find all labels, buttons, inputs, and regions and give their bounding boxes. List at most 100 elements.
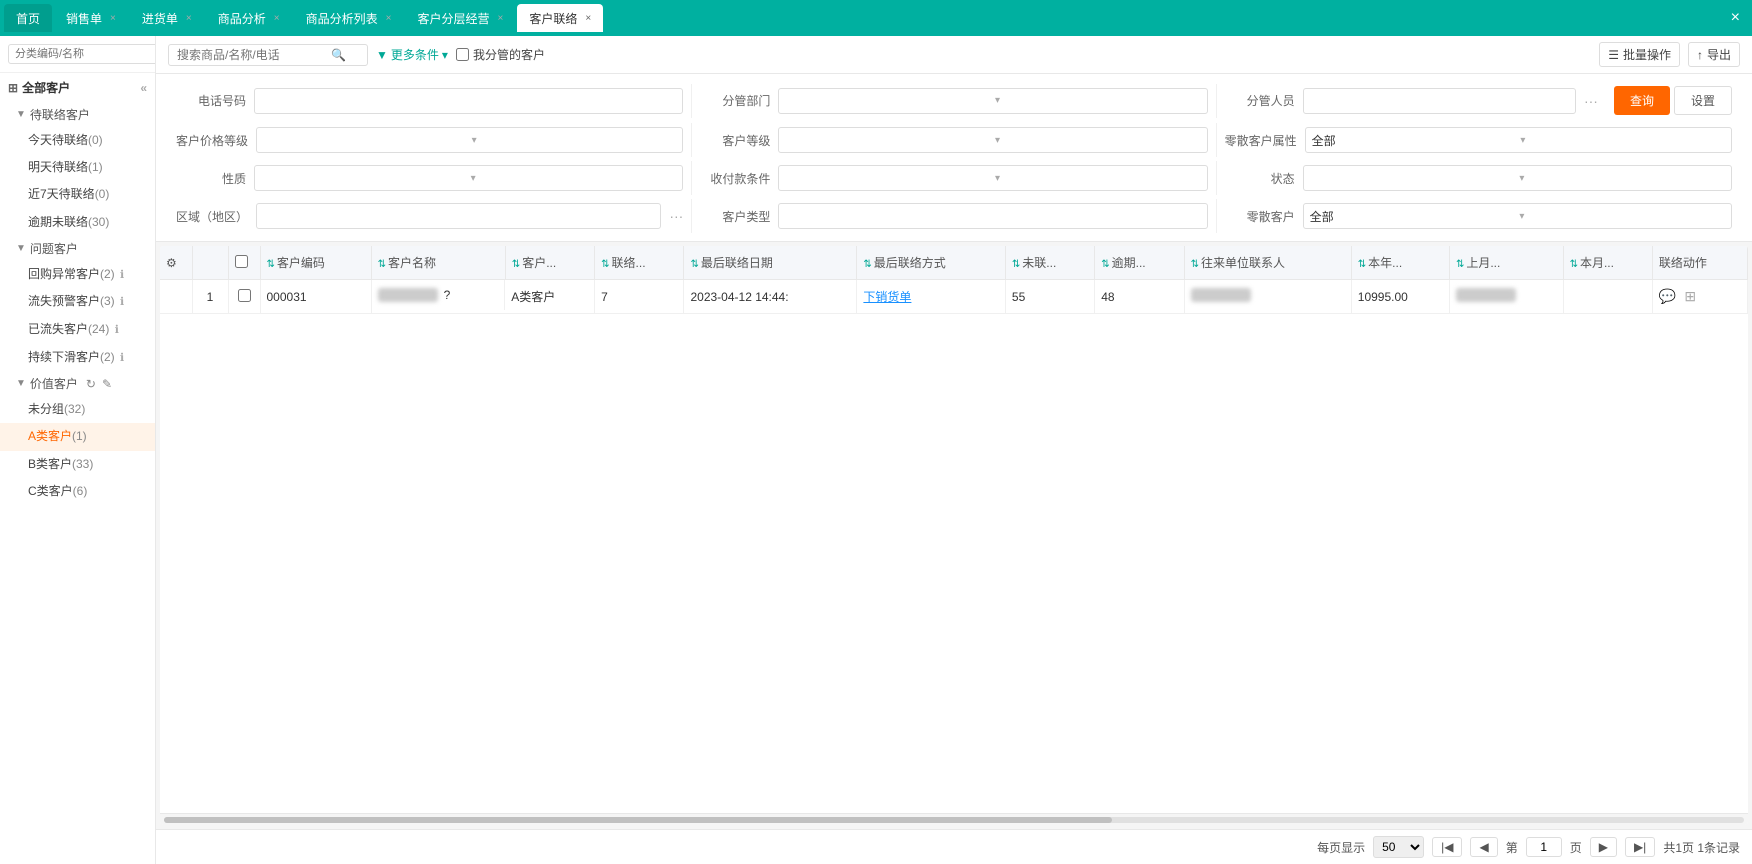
purchase-label: 进货单 (142, 10, 178, 27)
sidebar-item-overdue-pending[interactable]: 逾期未联络(30) (0, 209, 155, 236)
sidebar-item-class-b[interactable]: B类客户(33) (0, 451, 155, 478)
payment-select[interactable]: ▾ (778, 165, 1207, 191)
col-last-month-header[interactable]: ⇅上月... (1449, 246, 1563, 280)
sidebar-item-tomorrow-pending[interactable]: 明天待联络(1) (0, 154, 155, 181)
row-checkbox[interactable] (238, 289, 251, 302)
nav-tab-purchase[interactable]: 进货单 × (130, 4, 204, 32)
last-contact-method-link[interactable]: 下销货单 (863, 290, 911, 304)
status-select[interactable]: ▾ (1303, 165, 1732, 191)
col-grade-header[interactable]: ⇅客户... (505, 246, 594, 280)
col-overdue-header[interactable]: ⇅逾期... (1095, 246, 1184, 280)
check-header[interactable] (228, 246, 260, 280)
col-last-contact-date-header[interactable]: ⇅最后联络日期 (684, 246, 857, 280)
scroll-thumb[interactable] (164, 817, 1112, 823)
retail-attr-select[interactable]: 全部 ▾ (1305, 127, 1732, 153)
price-grade-select[interactable]: ▾ (256, 127, 683, 153)
col-name-header[interactable]: ⇅客户名称 (371, 246, 505, 280)
customer-avatar (378, 288, 438, 302)
info-icon-1: ℹ (120, 269, 124, 281)
sidebar-item-unclassified[interactable]: 未分组(32) (0, 396, 155, 423)
nav-tab-customer-contact[interactable]: 客户联络 × (517, 4, 603, 32)
nature-select[interactable]: ▾ (254, 165, 683, 191)
sidebar-collapse-btn[interactable]: « (140, 81, 147, 95)
main-search-input[interactable] (177, 48, 327, 62)
nav-tab-product-analysis[interactable]: 商品分析 × (206, 4, 292, 32)
dept-select[interactable]: ▾ (778, 88, 1207, 114)
chat-icon[interactable]: 💬 (1659, 288, 1676, 305)
per-page-select[interactable]: 50 100 200 (1373, 836, 1424, 858)
col-no-contact-header[interactable]: ⇅未联... (1005, 246, 1094, 280)
horizontal-scroll-bar[interactable] (160, 813, 1748, 825)
value-group-label: 价值客户 (30, 375, 78, 392)
info-icon-4: ℹ (120, 352, 124, 364)
nav-tab-sales[interactable]: 销售单 × (54, 4, 128, 32)
close-customer-segment-icon[interactable]: × (497, 13, 503, 24)
tomorrow-pending-count: (1) (88, 160, 103, 174)
retail-select[interactable]: 全部 ▾ (1303, 203, 1732, 229)
export-btn[interactable]: ↑ 导出 (1688, 42, 1740, 67)
person-input[interactable] (1303, 88, 1576, 114)
row-name[interactable]: ? (372, 280, 506, 310)
close-app-button[interactable]: × (1723, 9, 1748, 27)
sort-icon-tm: ⇅ (1570, 259, 1578, 270)
prev-page-btn[interactable]: ◀ (1470, 837, 1497, 857)
sidebar-group-problem[interactable]: ▼ 问题客户 (0, 236, 155, 261)
edit-icon[interactable]: ✎ (102, 377, 112, 391)
nature-chevron-icon: ▾ (471, 173, 677, 184)
customer-type-input[interactable] (778, 203, 1207, 229)
refresh-icon[interactable]: ↻ (86, 377, 96, 391)
page-number-input[interactable] (1526, 837, 1562, 857)
main-search-icon[interactable]: 🔍 (331, 48, 346, 62)
region-dots-icon[interactable]: ··· (669, 208, 683, 224)
col-unit-contact-header[interactable]: ⇅往来单位联系人 (1184, 246, 1351, 280)
my-customers-checkbox[interactable] (456, 48, 469, 61)
next-page-btn[interactable]: ▶ (1590, 837, 1617, 857)
row-check[interactable] (228, 280, 260, 314)
sidebar-item-class-c[interactable]: C类客户(6) (0, 478, 155, 505)
my-customers-checkbox-wrap[interactable]: 我分管的客户 (456, 46, 545, 63)
col-last-contact-method-header[interactable]: ⇅最后联络方式 (857, 246, 1006, 280)
last-page-btn[interactable]: ▶| (1625, 837, 1655, 857)
sidebar-item-declining[interactable]: 持续下滑客户(2) ℹ (0, 344, 155, 372)
customer-grade-select[interactable]: ▾ (778, 127, 1207, 153)
close-product-analysis-list-icon[interactable]: × (386, 13, 392, 24)
sidebar-item-class-a[interactable]: A类客户(1) (0, 423, 155, 450)
scroll-track[interactable] (164, 817, 1744, 823)
col-code-header[interactable]: ⇅客户编码 (260, 246, 371, 280)
sidebar-item-repurchase-abnormal[interactable]: 回购异常客户(2) ℹ (0, 261, 155, 289)
close-sales-icon[interactable]: × (110, 13, 116, 24)
region-input[interactable] (256, 203, 661, 229)
batch-ops-btn[interactable]: ☰ 批量操作 (1599, 42, 1680, 67)
settings-button[interactable]: 设置 (1674, 86, 1732, 115)
sidebar-group-pending[interactable]: ▼ 待联络客户 (0, 102, 155, 127)
select-all-checkbox[interactable] (235, 255, 248, 268)
all-customers-header[interactable]: ⊞ 全部客户 « (0, 73, 155, 102)
sidebar-item-churn-warning[interactable]: 流失预警客户(3) ℹ (0, 288, 155, 316)
sort-icon-grade: ⇅ (512, 259, 520, 270)
sidebar-item-churned[interactable]: 已流失客户(24) ℹ (0, 316, 155, 344)
sidebar-item-7day-pending[interactable]: 近7天待联络(0) (0, 181, 155, 208)
col-contact-header[interactable]: ⇅联络... (595, 246, 684, 280)
sidebar-item-today-pending[interactable]: 今天待联络(0) (0, 127, 155, 154)
person-dots-icon[interactable]: ··· (1584, 93, 1598, 109)
row-last-contact-method[interactable]: 下销货单 (857, 280, 1006, 314)
customer-grade-chevron-icon: ▾ (995, 135, 1201, 146)
more-conditions-btn[interactable]: ▼ 更多条件 ▾ (376, 46, 448, 63)
col-this-year-header[interactable]: ⇅本年... (1351, 246, 1449, 280)
filter-cell-nature: 性质 ▾ (168, 161, 692, 195)
query-button[interactable]: 查询 (1614, 86, 1670, 115)
phone-input[interactable] (254, 88, 683, 114)
row-no-contact: 55 (1005, 280, 1094, 314)
first-page-btn[interactable]: |◀ (1432, 837, 1462, 857)
close-customer-contact-icon[interactable]: × (585, 13, 591, 24)
col-this-month-header[interactable]: ⇅本月... (1563, 246, 1652, 280)
close-product-analysis-icon[interactable]: × (274, 13, 280, 24)
nav-tab-home[interactable]: 首页 (4, 4, 52, 32)
nav-tab-product-analysis-list[interactable]: 商品分析列表 × (294, 4, 404, 32)
qr-icon[interactable]: ⊞ (1684, 288, 1696, 305)
sidebar-group-value[interactable]: ▼ 价值客户 ↻ ✎ (0, 371, 155, 396)
close-purchase-icon[interactable]: × (186, 13, 192, 24)
sidebar-search-input[interactable] (8, 44, 156, 64)
nav-tab-customer-segment[interactable]: 客户分层经营 × (405, 4, 515, 32)
gear-header[interactable]: ⚙ (160, 246, 192, 280)
